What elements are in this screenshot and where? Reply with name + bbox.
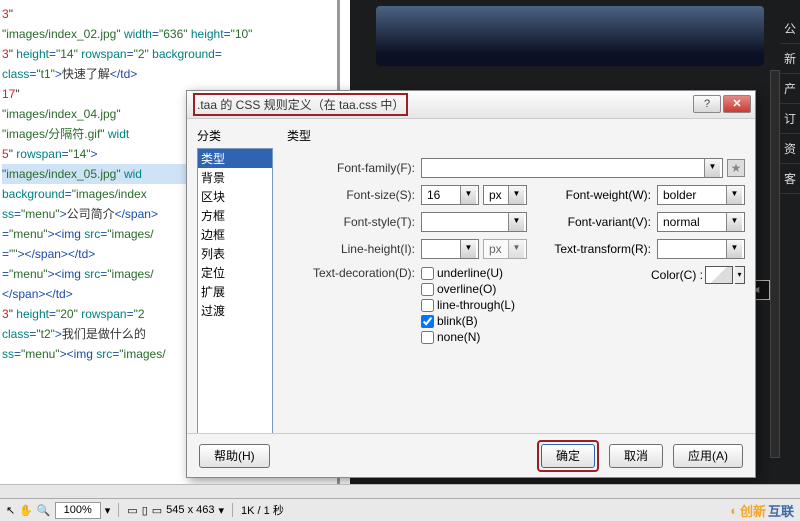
font-size-label: Font-size(S): (287, 188, 417, 202)
line-height-combo[interactable]: ▼ (421, 239, 479, 259)
pointer-tool-icon[interactable]: ↖ (6, 504, 15, 517)
none-label: none(N) (437, 330, 480, 344)
css-rule-dialog: .taa 的 CSS 规则定义（在 taa.css 中） ? ✕ 分类 类型背景… (186, 90, 756, 478)
category-item[interactable]: 定位 (198, 263, 272, 282)
dialog-footer: 帮助(H) 确定 取消 应用(A) (187, 433, 755, 477)
panel-heading: 类型 (287, 127, 745, 144)
category-list[interactable]: 类型背景区块方框边框列表定位扩展过渡 (197, 148, 273, 448)
status-bar: ↖ ✋ 🔍 100% ▾ ▭ ▯ ▭ 545 x 463 ▾ 1K / 1 秒 … (0, 498, 800, 521)
category-sidebar: 分类 类型背景区块方框边框列表定位扩展过渡 (187, 119, 279, 433)
dialog-title: .taa 的 CSS 规则定义（在 taa.css 中） (193, 93, 408, 116)
text-decoration-label: Text-decoration(D): (287, 266, 417, 280)
horizontal-scrollbar[interactable] (0, 484, 800, 498)
category-item[interactable]: 方框 (198, 206, 272, 225)
font-family-input[interactable] (424, 159, 704, 177)
dropdown-arrow-icon[interactable]: ▼ (726, 240, 742, 258)
hand-tool-icon[interactable]: ✋ (19, 504, 33, 517)
panel-tab[interactable]: 公 (780, 14, 800, 44)
none-checkbox[interactable] (421, 331, 434, 344)
underline-checkbox[interactable] (421, 267, 434, 280)
font-style-combo[interactable]: ▼ (421, 212, 527, 232)
font-stack-picker-button[interactable]: ★ (727, 159, 745, 177)
dropdown-arrow-icon[interactable]: ▼ (704, 159, 720, 177)
blink-label: blink(B) (437, 314, 478, 328)
dropdown-arrow-icon[interactable]: ▼ (508, 186, 524, 204)
font-family-label: Font-family(F): (287, 161, 417, 175)
category-item[interactable]: 过渡 (198, 301, 272, 320)
blink-checkbox[interactable] (421, 315, 434, 328)
category-item[interactable]: 区块 (198, 187, 272, 206)
linethrough-label: line-through(L) (437, 298, 515, 312)
color-dropdown-icon[interactable]: ▾ (735, 266, 745, 284)
help-window-button[interactable]: ? (693, 95, 721, 113)
category-item[interactable]: 类型 (198, 149, 272, 168)
type-panel: 类型 Font-family(F): ▼ ★ Font-size(S): 16▼… (279, 119, 755, 433)
device-tablet-icon[interactable]: ▯ (142, 504, 148, 517)
font-size-unit-combo[interactable]: px▼ (483, 185, 527, 205)
category-item[interactable]: 列表 (198, 244, 272, 263)
text-transform-combo[interactable]: ▼ (657, 239, 745, 259)
color-label: Color(C) : (651, 268, 703, 282)
device-phone-icon[interactable]: ▭ (127, 504, 137, 517)
viewport-menu-icon[interactable]: ▾ (219, 504, 225, 517)
watermark-logo: ◐创新互联 (730, 501, 794, 520)
panel-tab[interactable]: 产 (780, 74, 800, 104)
underline-label: underline(U) (437, 266, 503, 280)
panel-tab[interactable]: 订 (780, 104, 800, 134)
font-size-combo[interactable]: 16▼ (421, 185, 479, 205)
category-item[interactable]: 背景 (198, 168, 272, 187)
viewport-dimensions: 545 x 463 (166, 504, 214, 516)
dropdown-arrow-icon[interactable]: ▼ (460, 240, 476, 258)
zoom-menu-icon[interactable]: ▾ (105, 504, 111, 517)
close-window-button[interactable]: ✕ (723, 95, 751, 113)
cancel-button[interactable]: 取消 (609, 444, 663, 468)
font-family-combo[interactable]: ▼ (421, 158, 723, 178)
category-item[interactable]: 边框 (198, 225, 272, 244)
font-variant-combo[interactable]: normal▼ (657, 212, 745, 232)
line-height-unit-combo[interactable]: px▼ (483, 239, 527, 259)
zoom-level[interactable]: 100% (55, 502, 101, 519)
preview-header-graphic (376, 6, 764, 66)
font-variant-label: Font-variant(V): (531, 215, 653, 229)
page-size-hint: 1K / 1 秒 (241, 502, 284, 518)
color-swatch[interactable] (705, 266, 733, 284)
dropdown-arrow-icon[interactable]: ▼ (726, 213, 742, 231)
device-desktop-icon[interactable]: ▭ (152, 504, 162, 517)
overline-label: overline(O) (437, 282, 496, 296)
overline-checkbox[interactable] (421, 283, 434, 296)
line-height-label: Line-height(I): (287, 242, 417, 256)
dropdown-arrow-icon[interactable]: ▼ (726, 186, 742, 204)
category-item[interactable]: 扩展 (198, 282, 272, 301)
panel-tab[interactable]: 客 (780, 164, 800, 194)
linethrough-checkbox[interactable] (421, 299, 434, 312)
font-weight-combo[interactable]: bolder▼ (657, 185, 745, 205)
text-transform-label: Text-transform(R): (531, 242, 653, 256)
right-tab-strip[interactable]: 公新产订资客 (780, 14, 800, 194)
panel-tab[interactable]: 资 (780, 134, 800, 164)
dropdown-arrow-icon[interactable]: ▼ (508, 213, 524, 231)
font-style-label: Font-style(T): (287, 215, 417, 229)
dropdown-arrow-icon[interactable]: ▼ (460, 186, 476, 204)
help-button[interactable]: 帮助(H) (199, 444, 270, 468)
ok-button[interactable]: 确定 (541, 444, 595, 468)
preview-scrollbar[interactable] (770, 70, 780, 458)
apply-button[interactable]: 应用(A) (673, 444, 743, 468)
dialog-titlebar[interactable]: .taa 的 CSS 规则定义（在 taa.css 中） ? ✕ (187, 91, 755, 119)
dropdown-arrow-icon[interactable]: ▼ (508, 240, 524, 258)
font-weight-label: Font-weight(W): (531, 188, 653, 202)
panel-tab[interactable]: 新 (780, 44, 800, 74)
sidebar-heading: 分类 (197, 127, 273, 144)
zoom-tool-icon[interactable]: 🔍 (37, 504, 51, 517)
